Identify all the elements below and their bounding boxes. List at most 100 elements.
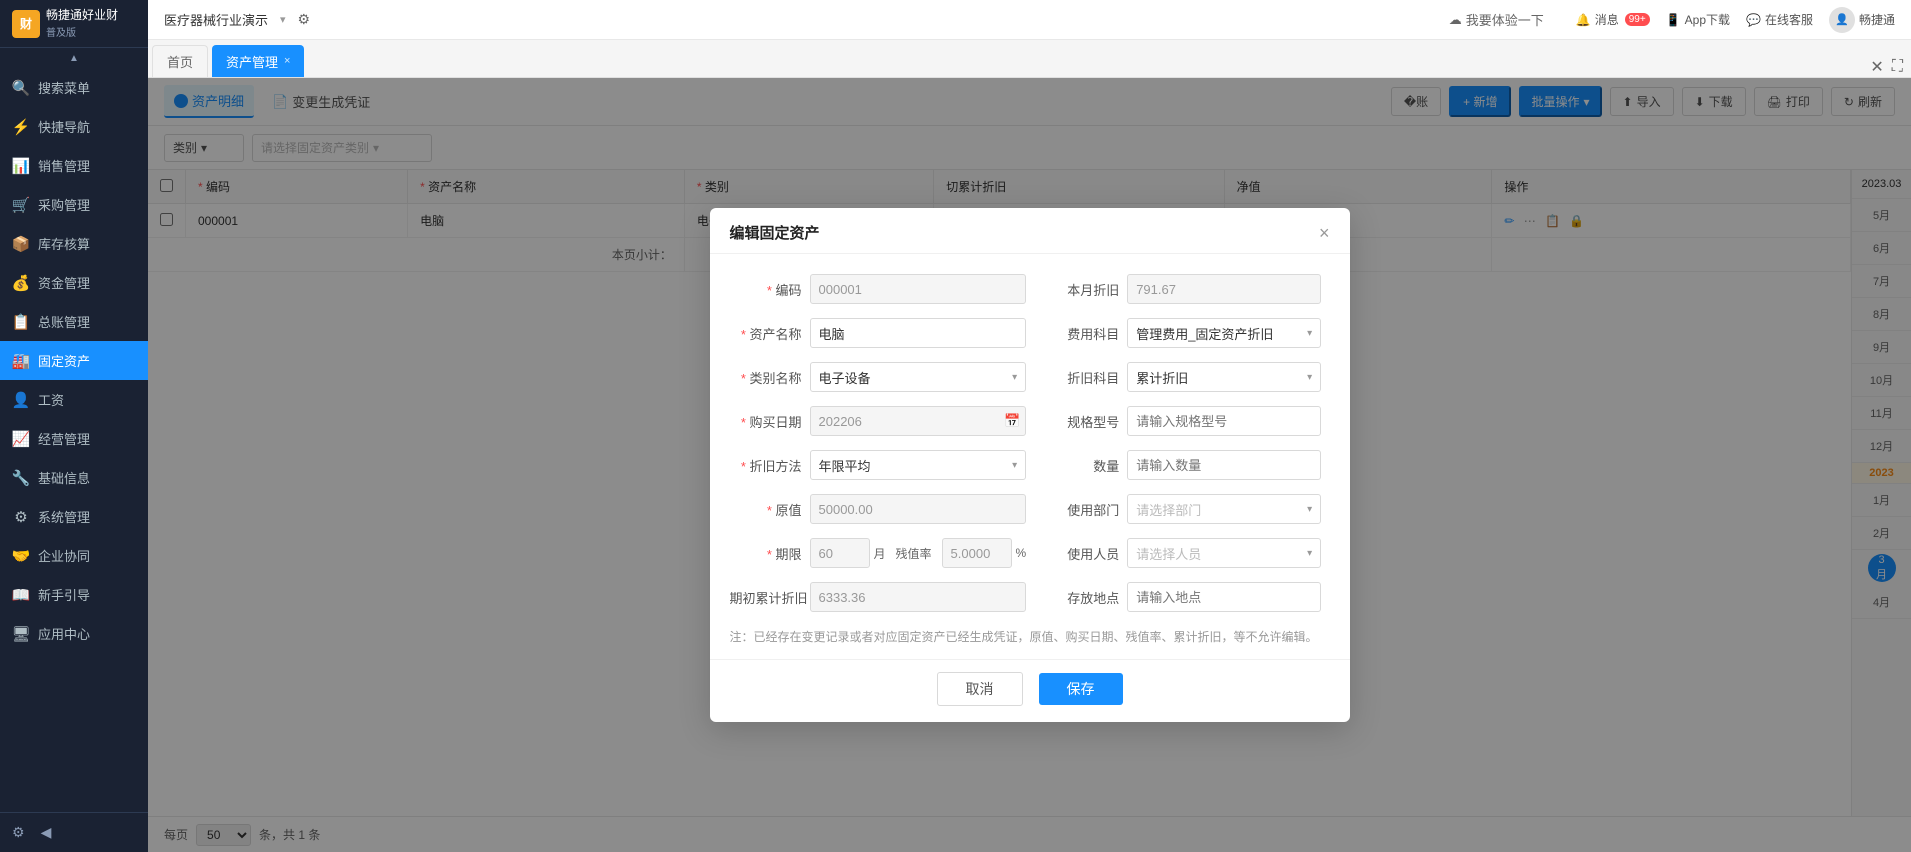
sidebar-item-label: 库存核算 (38, 234, 90, 253)
residual-input[interactable] (942, 538, 1012, 568)
search-icon: 🔍 (12, 79, 30, 97)
sidebar-item-finance[interactable]: 💰 资金管理 (0, 263, 148, 302)
tab-home[interactable]: 首页 (152, 45, 208, 77)
person-select[interactable]: 请选择人员 ▾ (1127, 538, 1321, 568)
expense-select[interactable]: 管理费用_固定资产折旧 ▾ (1127, 318, 1321, 348)
app-center-icon: 🖥 (12, 625, 30, 643)
window-controls: ✕ ⛶ (1870, 57, 1911, 77)
download-btn[interactable]: 📱 App下载 (1666, 11, 1730, 28)
spec-input[interactable] (1127, 406, 1321, 436)
sidebar-item-operations[interactable]: 📈 经营管理 (0, 419, 148, 458)
sidebar-item-inventory[interactable]: 📦 库存核算 (0, 224, 148, 263)
modal-title: 编辑固定资产 (730, 222, 820, 243)
sidebar-item-guide[interactable]: 📖 新手引导 (0, 575, 148, 614)
sales-icon: 📊 (12, 157, 30, 175)
modal-close-icon[interactable]: × (1319, 224, 1330, 242)
modal-right-col: 本月折旧 费用科目 管理费用_固定资产折旧 ▾ (1037, 274, 1331, 612)
form-row-depr-subject: 折旧科目 累计折旧 ▾ (1047, 362, 1321, 392)
notifications-btn[interactable]: 🔔 消息 99+ (1576, 11, 1650, 28)
form-row-cumul: 期初累计折旧 (730, 582, 1027, 612)
modal-left-col: 编码 资产名称 类别名称 电子设备 (730, 274, 1038, 612)
modal-header: 编辑固定资产 × (710, 208, 1350, 254)
form-row-expense: 费用科目 管理费用_固定资产折旧 ▾ (1047, 318, 1321, 348)
form-row-month-depr: 本月折旧 (1047, 274, 1321, 304)
sidebar-scroll-up[interactable]: ▲ (0, 48, 148, 68)
dept-arrow: ▾ (1307, 504, 1312, 515)
sidebar-item-label: 企业协同 (38, 546, 90, 565)
quantity-label: 数量 (1047, 456, 1119, 475)
sidebar-item-fixed-assets[interactable]: 🏭 固定资产 (0, 341, 148, 380)
sidebar-item-label: 快捷导航 (38, 117, 90, 136)
cumul-label: 期初累计折旧 (730, 588, 802, 607)
quick-nav-icon: ⚡ (12, 118, 30, 136)
form-row-dept: 使用部门 请选择部门 ▾ (1047, 494, 1321, 524)
settings-icon[interactable]: ⚙ (12, 824, 25, 841)
form-row-person: 使用人员 请选择人员 ▾ (1047, 538, 1321, 568)
depr-method-select[interactable]: 年限平均 ▾ (810, 450, 1027, 480)
month-depr-input[interactable] (1127, 274, 1321, 304)
sidebar-item-purchase[interactable]: 🛒 采购管理 (0, 185, 148, 224)
sidebar-item-basic-info[interactable]: 🔧 基础信息 (0, 458, 148, 497)
window-close-icon[interactable]: ✕ (1870, 57, 1883, 77)
quantity-input[interactable] (1127, 450, 1321, 480)
experience-btn[interactable]: ☁ 我要体验一下 (1449, 10, 1544, 29)
cancel-button[interactable]: 取消 (937, 672, 1023, 706)
sidebar-item-general-ledger[interactable]: 📋 总账管理 (0, 302, 148, 341)
service-btn[interactable]: 💬 在线客服 (1746, 11, 1813, 28)
logo-icon: 财 (12, 10, 40, 38)
category-select-arrow: ▾ (1012, 372, 1017, 383)
form-row-category: 类别名称 电子设备 ▾ (730, 362, 1027, 392)
sidebar-item-label: 采购管理 (38, 195, 90, 214)
period-input[interactable] (810, 538, 870, 568)
sidebar-item-quick-nav[interactable]: ⚡ 快捷导航 (0, 107, 148, 146)
sidebar-item-label: 应用中心 (38, 624, 90, 643)
topbar-settings-icon[interactable]: ⚙ (298, 11, 311, 28)
sidebar: 财 畅捷通好业财 普及版 ▲ 🔍 搜索菜单 ⚡ 快捷导航 📊 销售管理 🛒 采购… (0, 0, 148, 852)
form-row-name: 资产名称 (730, 318, 1027, 348)
code-input[interactable] (810, 274, 1027, 304)
sidebar-menu: 🔍 搜索菜单 ⚡ 快捷导航 📊 销售管理 🛒 采购管理 📦 库存核算 💰 资金管… (0, 68, 148, 812)
basic-info-icon: 🔧 (12, 469, 30, 487)
window-expand-icon[interactable]: ⛶ (1892, 58, 1903, 76)
save-button[interactable]: 保存 (1039, 673, 1123, 705)
calendar-icon[interactable]: 📅 (1004, 413, 1020, 429)
tab-asset[interactable]: 资产管理 × (212, 45, 304, 77)
depr-subject-arrow: ▾ (1307, 372, 1312, 383)
dept-select[interactable]: 请选择部门 ▾ (1127, 494, 1321, 524)
avatar: 👤 (1829, 7, 1855, 33)
expense-label: 费用科目 (1047, 324, 1119, 343)
purchase-input[interactable] (810, 406, 1027, 436)
title-arrow[interactable]: ▾ (280, 13, 286, 26)
topbar: 医疗器械行业演示 ▾ ⚙ ☁ 我要体验一下 🔔 消息 99+ 📱 App下载 💬… (148, 0, 1911, 40)
content-area: 资产明细 📄 变更生成凭证 �账 + 新增 批量操作 ▾ ⬆ 导入 ⬇ 下载 (148, 78, 1911, 852)
cooperation-icon: 🤝 (12, 547, 30, 565)
sidebar-item-cooperation[interactable]: 🤝 企业协同 (0, 536, 148, 575)
depr-subject-select[interactable]: 累计折旧 ▾ (1127, 362, 1321, 392)
sidebar-item-payroll[interactable]: 👤 工资 (0, 380, 148, 419)
user-btn[interactable]: 👤 畅捷通 (1829, 7, 1895, 33)
sidebar-item-system[interactable]: ⚙ 系统管理 (0, 497, 148, 536)
sidebar-item-search[interactable]: 🔍 搜索菜单 (0, 68, 148, 107)
name-input[interactable] (810, 318, 1027, 348)
collapse-icon[interactable]: ◀ (41, 824, 52, 841)
sidebar-item-app-center[interactable]: 🖥 应用中心 (0, 614, 148, 653)
logo-text: 畅捷通好业财 普及版 (46, 8, 118, 39)
sidebar-header: 财 畅捷通好业财 普及版 (0, 0, 148, 48)
depr-method-label: 折旧方法 (730, 456, 802, 475)
modal-note: 注：已经存在变更记录或者对应固定资产已经生成凭证，原值、购买日期、残值率、累计折… (710, 622, 1350, 659)
guide-icon: 📖 (12, 586, 30, 604)
tabs-bar: 首页 资产管理 × ✕ ⛶ (148, 40, 1911, 78)
tab-close-icon[interactable]: × (284, 55, 290, 67)
cumul-input[interactable] (810, 582, 1027, 612)
form-row-quantity: 数量 (1047, 450, 1321, 480)
category-select-modal[interactable]: 电子设备 ▾ (810, 362, 1027, 392)
sidebar-item-sales[interactable]: 📊 销售管理 (0, 146, 148, 185)
main-area: 医疗器械行业演示 ▾ ⚙ ☁ 我要体验一下 🔔 消息 99+ 📱 App下载 💬… (148, 0, 1911, 852)
person-label: 使用人员 (1047, 544, 1119, 563)
system-icon: ⚙ (12, 508, 30, 526)
sidebar-item-label: 搜索菜单 (38, 78, 90, 97)
category-label: 类别名称 (730, 368, 802, 387)
location-input[interactable] (1127, 582, 1321, 612)
sidebar-item-label: 工资 (38, 390, 64, 409)
original-input[interactable] (810, 494, 1027, 524)
